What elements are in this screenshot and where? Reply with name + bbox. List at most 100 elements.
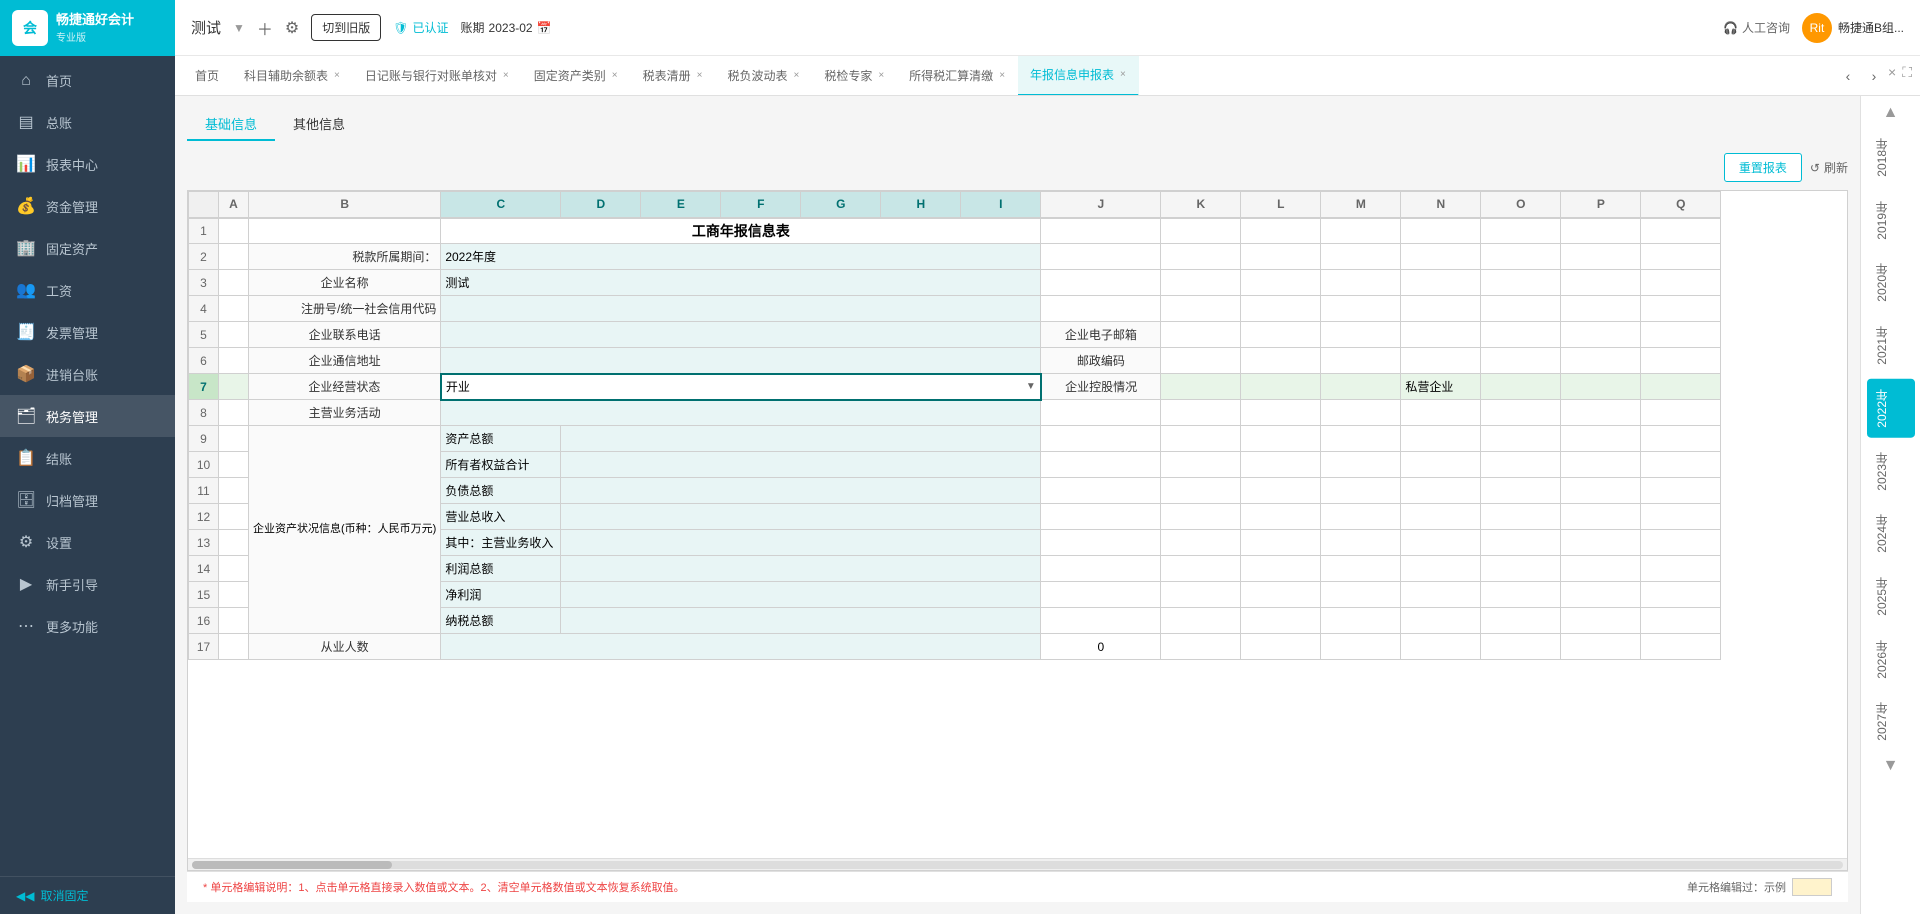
cell-13-N[interactable] xyxy=(1401,530,1481,556)
cell-10-Q[interactable] xyxy=(1641,452,1721,478)
cell-9-D[interactable] xyxy=(561,426,1041,452)
year-2020[interactable]: 2020年 xyxy=(1867,253,1915,312)
cell-6-O[interactable] xyxy=(1481,348,1561,374)
year-2018[interactable]: 2018年 xyxy=(1867,128,1915,187)
col-M[interactable]: M xyxy=(1321,192,1401,218)
col-I[interactable]: I xyxy=(961,192,1041,218)
cell-4-J[interactable] xyxy=(1041,296,1161,322)
sidebar-item-payroll[interactable]: 👥 工资 xyxy=(0,269,175,311)
col-D[interactable]: D xyxy=(561,192,641,218)
sidebar-item-assets[interactable]: 🏢 固定资产 xyxy=(0,227,175,269)
cell-7-A[interactable] xyxy=(219,374,249,400)
cell-6-A[interactable] xyxy=(219,348,249,374)
sidebar-item-ledger[interactable]: ▤ 总账 xyxy=(0,101,175,143)
sidebar-item-stockbook[interactable]: 📦 进销台账 xyxy=(0,353,175,395)
cell-3-A[interactable] xyxy=(219,270,249,296)
cell-1-Q[interactable] xyxy=(1641,218,1721,244)
cell-6-K[interactable] xyxy=(1161,348,1241,374)
cell-11-Q[interactable] xyxy=(1641,478,1721,504)
switch-old-button[interactable]: 切到旧版 xyxy=(311,14,381,41)
year-2023[interactable]: 2023年 xyxy=(1867,442,1915,501)
cell-16-L[interactable] xyxy=(1241,608,1321,634)
tab-bank-reconcile[interactable]: 日记账与银行对账单核对 × xyxy=(353,56,522,96)
cell-16-O[interactable] xyxy=(1481,608,1561,634)
cell-7-M[interactable] xyxy=(1321,374,1401,400)
cell-4-A[interactable] xyxy=(219,296,249,322)
cell-7-P[interactable] xyxy=(1561,374,1641,400)
cell-11-P[interactable] xyxy=(1561,478,1641,504)
cell-1-A[interactable] xyxy=(219,218,249,244)
col-H[interactable]: H xyxy=(881,192,961,218)
cell-17-M[interactable] xyxy=(1321,634,1401,660)
cell-17-J[interactable]: 0 xyxy=(1041,634,1161,660)
refresh-button[interactable]: ↺ 刷新 xyxy=(1810,159,1848,176)
cell-2-B[interactable]: 税款所属期间： xyxy=(249,244,441,270)
cell-12-K[interactable] xyxy=(1161,504,1241,530)
sidebar-pin-button[interactable]: ◀◀ 取消固定 xyxy=(0,876,175,914)
tab-close-icon[interactable]: × xyxy=(503,70,509,81)
tab-close-all-button[interactable]: × xyxy=(1888,64,1896,88)
cell-14-C[interactable]: 利润总额 xyxy=(441,556,561,582)
cell-13-D[interactable] xyxy=(561,530,1041,556)
cell-14-Q[interactable] xyxy=(1641,556,1721,582)
cell-16-K[interactable] xyxy=(1161,608,1241,634)
cell-4-Q[interactable] xyxy=(1641,296,1721,322)
cell-9-J[interactable] xyxy=(1041,426,1161,452)
cell-12-J[interactable] xyxy=(1041,504,1161,530)
cell-4-M[interactable] xyxy=(1321,296,1401,322)
year-up-button[interactable]: ▲ xyxy=(1879,100,1903,126)
cell-12-M[interactable] xyxy=(1321,504,1401,530)
cell-4-L[interactable] xyxy=(1241,296,1321,322)
cell-11-O[interactable] xyxy=(1481,478,1561,504)
cell-1-O[interactable] xyxy=(1481,218,1561,244)
cell-17-A[interactable] xyxy=(219,634,249,660)
cell-14-K[interactable] xyxy=(1161,556,1241,582)
cell-9-L[interactable] xyxy=(1241,426,1321,452)
sub-tab-basic[interactable]: 基础信息 xyxy=(187,108,275,141)
tab-expand-button[interactable]: ⛶ xyxy=(1902,64,1912,88)
cell-1-P[interactable] xyxy=(1561,218,1641,244)
cell-14-J[interactable] xyxy=(1041,556,1161,582)
cell-15-O[interactable] xyxy=(1481,582,1561,608)
cell-15-K[interactable] xyxy=(1161,582,1241,608)
cell-8-O[interactable] xyxy=(1481,400,1561,426)
cell-10-D[interactable] xyxy=(561,452,1041,478)
cell-8-L[interactable] xyxy=(1241,400,1321,426)
cell-12-A[interactable] xyxy=(219,504,249,530)
cell-12-Q[interactable] xyxy=(1641,504,1721,530)
tab-tax-fluctuation[interactable]: 税负波动表 × xyxy=(715,56,812,96)
cell-7-K[interactable] xyxy=(1161,374,1241,400)
cell-10-N[interactable] xyxy=(1401,452,1481,478)
cell-10-P[interactable] xyxy=(1561,452,1641,478)
reset-button[interactable]: 重置报表 xyxy=(1724,153,1802,182)
tab-tax-expert[interactable]: 税检专家 × xyxy=(812,56,897,96)
cell-9-P[interactable] xyxy=(1561,426,1641,452)
cell-8-P[interactable] xyxy=(1561,400,1641,426)
sidebar-item-funds[interactable]: 💰 资金管理 xyxy=(0,185,175,227)
cell-13-J[interactable] xyxy=(1041,530,1161,556)
cell-17-N[interactable] xyxy=(1401,634,1481,660)
cell-2-N[interactable] xyxy=(1401,244,1481,270)
cell-6-M[interactable] xyxy=(1321,348,1401,374)
cell-11-M[interactable] xyxy=(1321,478,1401,504)
tab-close-icon[interactable]: × xyxy=(697,70,703,81)
cell-10-K[interactable] xyxy=(1161,452,1241,478)
cell-5-N[interactable] xyxy=(1401,322,1481,348)
cell-15-L[interactable] xyxy=(1241,582,1321,608)
cell-16-A[interactable] xyxy=(219,608,249,634)
cell-2-L[interactable] xyxy=(1241,244,1321,270)
sub-tab-other[interactable]: 其他信息 xyxy=(275,108,363,141)
cell-10-C[interactable]: 所有者权益合计 xyxy=(441,452,561,478)
hscroll-track[interactable] xyxy=(192,861,1843,869)
cell-1-L[interactable] xyxy=(1241,218,1321,244)
tab-close-icon[interactable]: × xyxy=(612,70,618,81)
cell-8-Q[interactable] xyxy=(1641,400,1721,426)
cell-2-P[interactable] xyxy=(1561,244,1641,270)
cell-2-M[interactable] xyxy=(1321,244,1401,270)
cell-11-J[interactable] xyxy=(1041,478,1161,504)
cell-2-J[interactable] xyxy=(1041,244,1161,270)
cell-3-O[interactable] xyxy=(1481,270,1561,296)
cell-3-K[interactable] xyxy=(1161,270,1241,296)
cell-9-Q[interactable] xyxy=(1641,426,1721,452)
cell-15-M[interactable] xyxy=(1321,582,1401,608)
